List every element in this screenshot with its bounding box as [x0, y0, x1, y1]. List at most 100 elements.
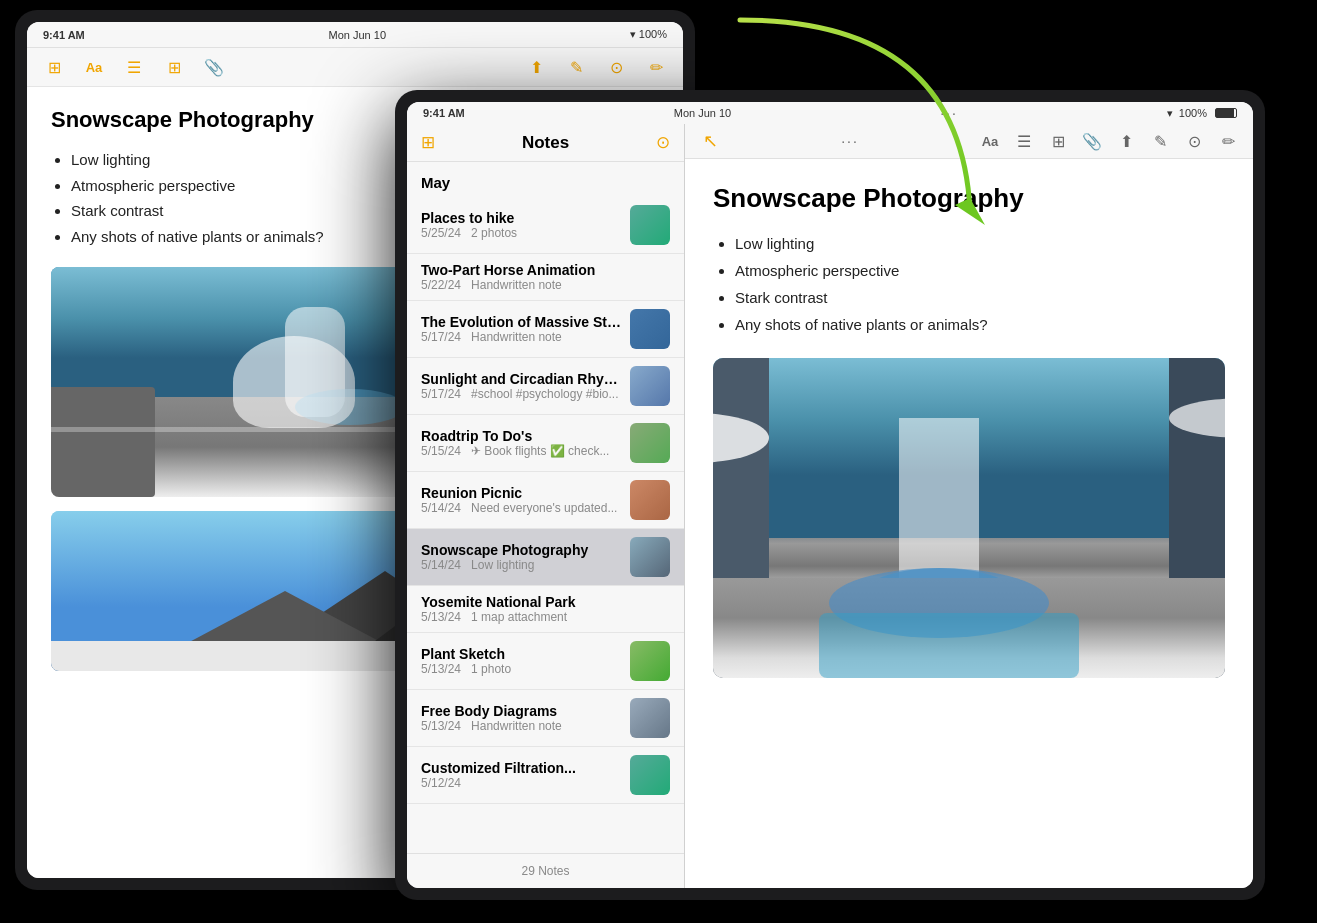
main-area: ⊞ Notes ⊙ May Places to hike 5/25/24 2 p…: [407, 124, 1253, 888]
note-item-yosemite[interactable]: Yosemite National Park 5/13/24 1 map att…: [407, 586, 684, 633]
detail-attachment-icon[interactable]: 📎: [1081, 130, 1103, 152]
front-three-dots: ···: [940, 105, 958, 121]
note-item-stars[interactable]: The Evolution of Massive Star... 5/17/24…: [407, 301, 684, 358]
more-circle-icon[interactable]: ⊙: [605, 56, 627, 78]
detail-toolbar: ↖ ··· Aa ☰ ⊞ 📎 ⬆ ✎ ⊙ ✏: [685, 124, 1253, 159]
note-thumb-body: [630, 698, 670, 738]
notes-more-icon[interactable]: ⊙: [656, 132, 670, 153]
checklist-icon[interactable]: ☰: [123, 56, 145, 78]
detail-title: Snowscape Photography: [713, 183, 1225, 214]
detail-toolbar-center: ···: [735, 130, 965, 152]
back-arrow-icon[interactable]: ↖: [699, 130, 721, 152]
note-thumb-stars: [630, 309, 670, 349]
note-item-text-yosemite: Yosemite National Park 5/13/24 1 map att…: [421, 594, 670, 624]
note-title-filtration: Customized Filtration...: [421, 760, 622, 776]
note-meta-roadtrip: 5/15/24 ✈ Book flights ✅ check...: [421, 444, 622, 458]
front-screen: 9:41 AM Mon Jun 10 ··· ▾ 100% ⊞ Notes ⊙: [407, 102, 1253, 888]
note-item-text-picnic: Reunion Picnic 5/14/24 Need everyone's u…: [421, 485, 622, 515]
front-status-bar: 9:41 AM Mon Jun 10 ··· ▾ 100%: [407, 102, 1253, 124]
notes-list-area[interactable]: May Places to hike 5/25/24 2 photos Two-…: [407, 162, 684, 853]
note-item-roadtrip[interactable]: Roadtrip To Do's 5/15/24 ✈ Book flights …: [407, 415, 684, 472]
notes-toolbar: ⊞ Notes ⊙: [407, 124, 684, 162]
front-date: Mon Jun 10: [674, 107, 731, 119]
format-icon[interactable]: Aa: [83, 56, 105, 78]
note-item-text-stars: The Evolution of Massive Star... 5/17/24…: [421, 314, 622, 344]
attachment-icon[interactable]: 📎: [203, 56, 225, 78]
note-item-text-sunlight: Sunlight and Circadian Rhyth... 5/17/24 …: [421, 371, 622, 401]
battery-display: 100%: [639, 28, 667, 40]
note-title-plant: Plant Sketch: [421, 646, 622, 662]
note-thumb-picnic: [630, 480, 670, 520]
note-title-yosemite: Yosemite National Park: [421, 594, 670, 610]
table-icon[interactable]: ⊞: [163, 56, 185, 78]
detail-list: Low lighting Atmospheric perspective Sta…: [713, 230, 1225, 338]
detail-toolbar-left: ↖: [699, 130, 721, 152]
note-title-body: Free Body Diagrams: [421, 703, 622, 719]
notes-count: 29 Notes: [407, 853, 684, 888]
note-item-filtration[interactable]: Customized Filtration... 5/12/24: [407, 747, 684, 804]
detail-compose-icon[interactable]: ✏: [1217, 130, 1239, 152]
note-title-stars: The Evolution of Massive Star...: [421, 314, 622, 330]
note-item-text-snowscape: Snowscape Photography 5/14/24 Low lighti…: [421, 542, 622, 572]
back-toolbar-icons-right: ⬆ ✎ ⊙ ✏: [525, 56, 667, 78]
detail-waterfall-svg: [713, 358, 1225, 678]
detail-markup-icon[interactable]: ✎: [1149, 130, 1171, 152]
svg-point-3: [295, 389, 405, 425]
back-date: Mon Jun 10: [329, 29, 386, 41]
note-meta-picnic: 5/14/24 Need everyone's updated...: [421, 501, 622, 515]
note-meta-body: 5/13/24 Handwritten note: [421, 719, 622, 733]
note-title-snowscape: Snowscape Photography: [421, 542, 622, 558]
back-status-right: ▾ 100%: [630, 28, 667, 41]
note-item-text-roadtrip: Roadtrip To Do's 5/15/24 ✈ Book flights …: [421, 428, 622, 458]
note-thumb-filtration: [630, 755, 670, 795]
svg-rect-4: [51, 387, 155, 497]
notes-month: May: [407, 162, 684, 197]
detail-toolbar-right: Aa ☰ ⊞ 📎 ⬆ ✎ ⊙ ✏: [979, 130, 1239, 152]
note-title-picnic: Reunion Picnic: [421, 485, 622, 501]
note-title-roadtrip: Roadtrip To Do's: [421, 428, 622, 444]
back-toolbar: ⊞ Aa ☰ ⊞ 📎 ⬆ ✎ ⊙ ✏: [27, 48, 683, 87]
sidebar-icon[interactable]: ⊞: [421, 132, 435, 153]
detail-more-circle-icon[interactable]: ⊙: [1183, 130, 1205, 152]
markup-icon[interactable]: ✎: [565, 56, 587, 78]
front-time: 9:41 AM: [423, 107, 465, 119]
note-meta-stars: 5/17/24 Handwritten note: [421, 330, 622, 344]
note-item-text-filtration: Customized Filtration... 5/12/24: [421, 760, 622, 790]
back-status-bar: 9:41 AM Mon Jun 10 ▾ 100%: [27, 22, 683, 48]
front-wifi-icon: ▾: [1167, 107, 1173, 120]
note-meta-yosemite: 5/13/24 1 map attachment: [421, 610, 670, 624]
note-meta-snowscape: 5/14/24 Low lighting: [421, 558, 622, 572]
detail-share-icon[interactable]: ⬆: [1115, 130, 1137, 152]
share-icon[interactable]: ⬆: [525, 56, 547, 78]
detail-table-icon[interactable]: ⊞: [1047, 130, 1069, 152]
note-meta-sunlight: 5/17/24 #school #psychology #bio...: [421, 387, 622, 401]
note-meta-plant: 5/13/24 1 photo: [421, 662, 622, 676]
detail-list-item-1: Low lighting: [735, 230, 1225, 257]
svg-rect-2: [285, 307, 345, 417]
note-item-snowscape[interactable]: Snowscape Photography 5/14/24 Low lighti…: [407, 529, 684, 586]
note-item-plant[interactable]: Plant Sketch 5/13/24 1 photo: [407, 633, 684, 690]
note-thumb-plant: [630, 641, 670, 681]
detail-checklist-icon[interactable]: ☰: [1013, 130, 1035, 152]
notes-panel: ⊞ Notes ⊙ May Places to hike 5/25/24 2 p…: [407, 124, 685, 888]
detail-list-item-4: Any shots of native plants or animals?: [735, 311, 1225, 338]
notes-title: Notes: [435, 133, 656, 153]
note-item-places-to-hike[interactable]: Places to hike 5/25/24 2 photos: [407, 197, 684, 254]
note-item-picnic[interactable]: Reunion Picnic 5/14/24 Need everyone's u…: [407, 472, 684, 529]
note-title-horse: Two-Part Horse Animation: [421, 262, 670, 278]
wifi-icon: ▾: [630, 28, 636, 40]
compose-icon[interactable]: ✏: [645, 56, 667, 78]
note-item-sunlight[interactable]: Sunlight and Circadian Rhyth... 5/17/24 …: [407, 358, 684, 415]
note-item-text-plant: Plant Sketch 5/13/24 1 photo: [421, 646, 622, 676]
back-toolbar-icons: ⊞ Aa ☰ ⊞ 📎: [43, 56, 225, 78]
detail-format-icon[interactable]: Aa: [979, 130, 1001, 152]
note-item-body[interactable]: Free Body Diagrams 5/13/24 Handwritten n…: [407, 690, 684, 747]
sidebar-toggle-icon[interactable]: ⊞: [43, 56, 65, 78]
front-status-right: ▾ 100%: [1167, 107, 1237, 120]
back-time: 9:41 AM: [43, 29, 85, 41]
note-item-horse[interactable]: Two-Part Horse Animation 5/22/24 Handwri…: [407, 254, 684, 301]
note-meta-places: 5/25/24 2 photos: [421, 226, 622, 240]
note-detail-panel: ↖ ··· Aa ☰ ⊞ 📎 ⬆ ✎ ⊙ ✏: [685, 124, 1253, 888]
note-thumb-places: [630, 205, 670, 245]
note-item-text-horse: Two-Part Horse Animation 5/22/24 Handwri…: [421, 262, 670, 292]
